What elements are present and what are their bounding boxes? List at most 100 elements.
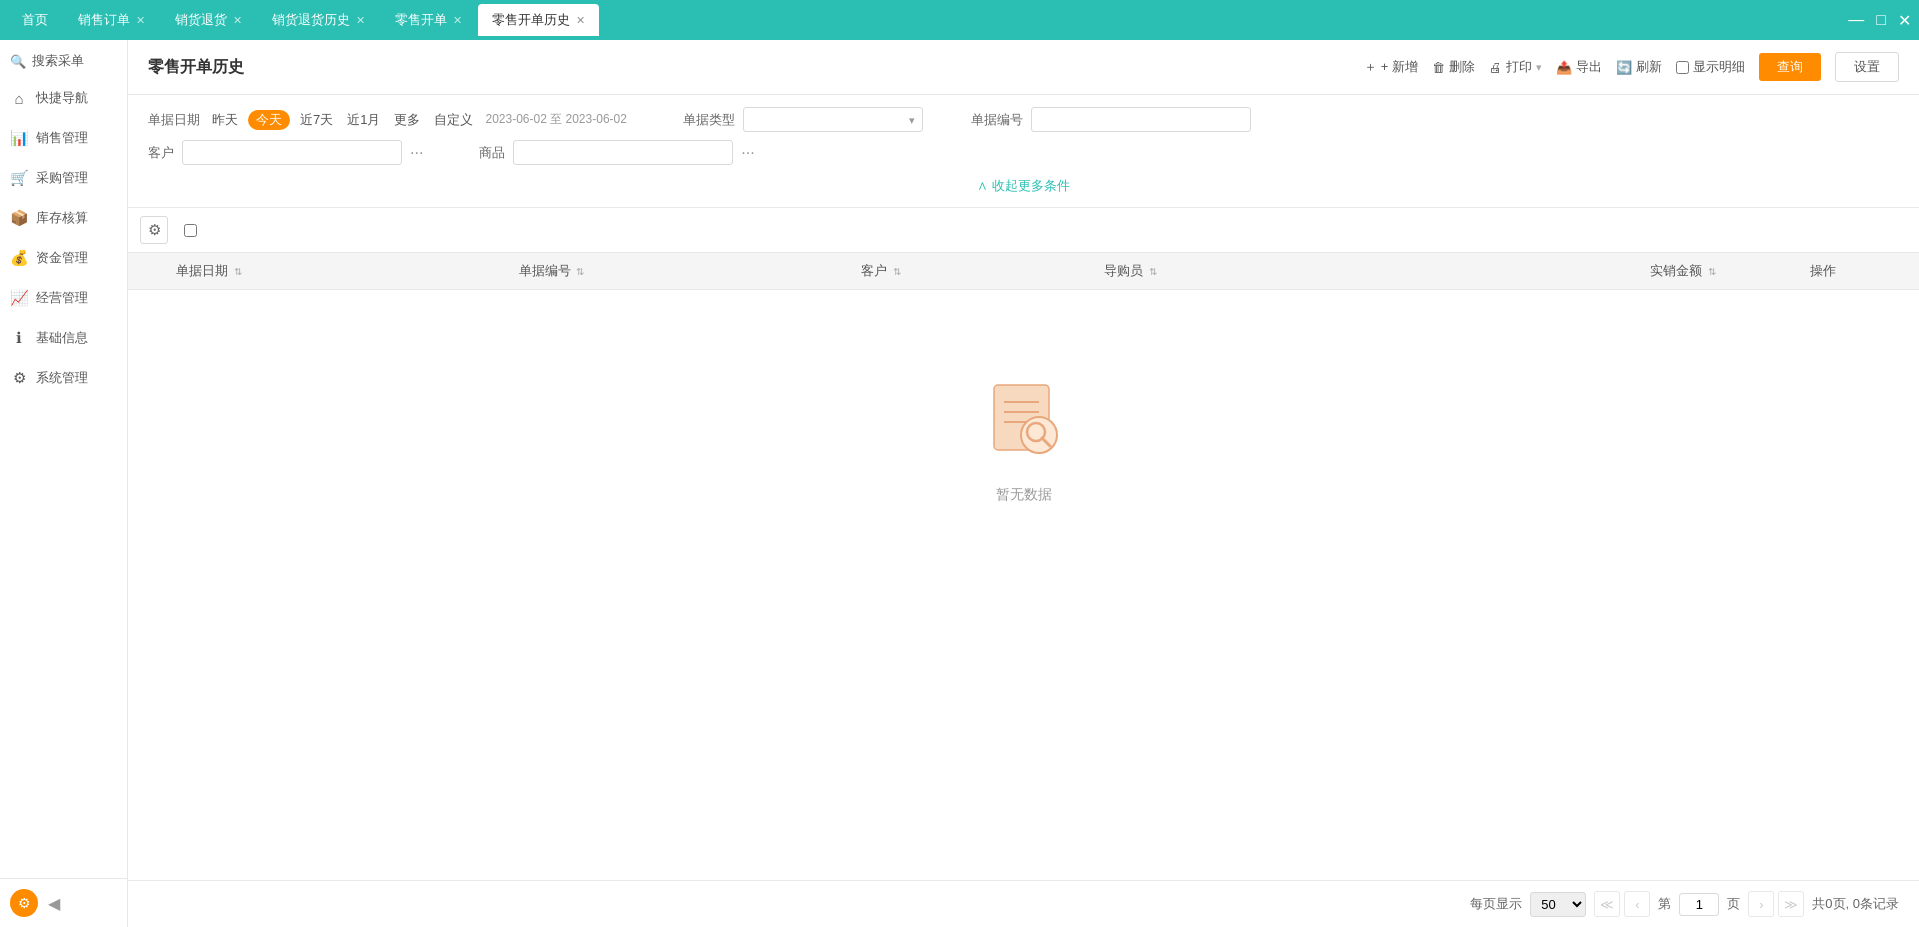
tab-close-retail-order[interactable]: ✕ xyxy=(453,14,462,27)
print-button[interactable]: 🖨 打印 ▾ xyxy=(1489,58,1542,76)
sidebar-item-inventory[interactable]: 📦 库存核算 xyxy=(0,198,127,238)
customer-dots-button[interactable]: ··· xyxy=(410,144,423,162)
type-filter-group: 单据类型 ▾ xyxy=(683,107,915,132)
add-icon: ＋ xyxy=(1364,58,1377,76)
last-page-button[interactable]: ≫ xyxy=(1778,891,1804,917)
basic-info-icon: ℹ xyxy=(10,329,28,347)
table-toolbar: ⚙ xyxy=(128,208,1919,253)
date-opt-custom[interactable]: 自定义 xyxy=(430,110,477,130)
filter-row-2: 客户 ··· 商品 ··· xyxy=(148,140,1899,165)
collapse-filters-button[interactable]: ∧ 收起更多条件 xyxy=(148,173,1899,199)
sidebar-item-quick-nav[interactable]: ⌂ 快捷导航 xyxy=(0,78,127,118)
quick-nav-icon: ⌂ xyxy=(10,90,28,107)
date-opt-7days[interactable]: 近7天 xyxy=(296,110,337,130)
window-controls: — □ ✕ xyxy=(1848,11,1911,30)
refresh-icon: 🔄 xyxy=(1616,60,1632,75)
inventory-icon: 📦 xyxy=(10,209,28,227)
sidebar-item-ops-mgmt[interactable]: 📈 经营管理 xyxy=(0,278,127,318)
sidebar-gear-button[interactable]: ⚙ xyxy=(10,889,38,917)
close-btn[interactable]: ✕ xyxy=(1898,11,1911,30)
page-title: 零售开单历史 xyxy=(148,57,244,78)
sort-number-icon[interactable]: ⇅ xyxy=(576,266,584,277)
empty-text: 暂无数据 xyxy=(996,486,1052,504)
table-area: ⚙ 单据日期 ⇅ 单据编号 ⇅ xyxy=(128,208,1919,880)
sidebar-item-sys-mgmt[interactable]: ⚙ 系统管理 xyxy=(0,358,127,398)
query-button[interactable]: 查询 xyxy=(1759,53,1821,81)
first-page-button[interactable]: ≪ xyxy=(1594,891,1620,917)
sidebar-item-sales-mgmt[interactable]: 📊 销售管理 xyxy=(0,118,127,158)
sidebar-item-basic-info[interactable]: ℹ 基础信息 xyxy=(0,318,127,358)
tab-close-return-history[interactable]: ✕ xyxy=(356,14,365,27)
tab-return-history[interactable]: 销货退货历史 ✕ xyxy=(258,4,379,36)
table-header-row: 单据日期 ⇅ 单据编号 ⇅ 客户 ⇅ xyxy=(128,253,1919,290)
sort-guide-icon[interactable]: ⇅ xyxy=(1149,266,1157,277)
date-options: 昨天 今天 近7天 近1月 更多 自定义 xyxy=(208,110,477,130)
main-layout: 🔍 搜索采单 ⌂ 快捷导航 📊 销售管理 🛒 采购管理 📦 库存核算 💰 资金管… xyxy=(0,40,1919,927)
date-filter-label: 单据日期 xyxy=(148,111,200,129)
setting-button[interactable]: 设置 xyxy=(1835,52,1899,82)
tab-home[interactable]: 首页 xyxy=(8,4,62,36)
page-number-input[interactable] xyxy=(1679,893,1719,916)
next-page-button[interactable]: › xyxy=(1748,891,1774,917)
col-amount[interactable]: 实销金额 ⇅ xyxy=(1385,253,1728,290)
table-wrapper: 单据日期 ⇅ 单据编号 ⇅ 客户 ⇅ xyxy=(128,253,1919,880)
date-opt-more[interactable]: 更多 xyxy=(390,110,424,130)
maximize-btn[interactable]: □ xyxy=(1876,11,1886,30)
customer-filter-group: 客户 ··· xyxy=(148,140,423,165)
page-nav: ≪ ‹ 第 页 › ≫ xyxy=(1594,891,1804,917)
delete-button[interactable]: 🗑 删除 xyxy=(1432,58,1475,76)
number-filter-label: 单据编号 xyxy=(971,111,1023,129)
tab-retail-history[interactable]: 零售开单历史 ✕ xyxy=(478,4,599,36)
product-filter-input[interactable] xyxy=(513,140,733,165)
filter-row-1: 单据日期 昨天 今天 近7天 近1月 更多 自定义 2023-06-02 至 2… xyxy=(148,107,1899,132)
select-all-checkbox[interactable] xyxy=(184,224,197,237)
customer-filter-input[interactable] xyxy=(182,140,402,165)
tab-close-sales-order[interactable]: ✕ xyxy=(136,14,145,27)
date-opt-today[interactable]: 今天 xyxy=(248,110,290,130)
display-detail-checkbox[interactable]: 显示明细 xyxy=(1676,58,1745,76)
table-settings-icon[interactable]: ⚙ xyxy=(140,216,168,244)
number-filter-input[interactable] xyxy=(1031,107,1251,132)
date-opt-yesterday[interactable]: 昨天 xyxy=(208,110,242,130)
col-guide[interactable]: 导购员 ⇅ xyxy=(1092,253,1385,290)
search-icon: 🔍 xyxy=(10,54,26,69)
export-button[interactable]: 📤 导出 xyxy=(1556,58,1602,76)
product-filter-label: 商品 xyxy=(479,144,505,162)
col-date[interactable]: 单据日期 ⇅ xyxy=(164,253,507,290)
sort-date-icon[interactable]: ⇅ xyxy=(234,266,242,277)
product-dots-button[interactable]: ··· xyxy=(741,144,754,162)
type-filter-label: 单据类型 xyxy=(683,111,735,129)
refresh-button[interactable]: 🔄 刷新 xyxy=(1616,58,1662,76)
header-actions: ＋ + 新增 🗑 删除 🖨 打印 ▾ 📤 导出 🔄 xyxy=(1364,52,1899,82)
display-detail-check[interactable] xyxy=(1676,61,1689,74)
tab-sales-order[interactable]: 销售订单 ✕ xyxy=(64,4,159,36)
col-number[interactable]: 单据编号 ⇅ xyxy=(507,253,850,290)
data-table: 单据日期 ⇅ 单据编号 ⇅ 客户 ⇅ xyxy=(128,253,1919,290)
page-size-select[interactable]: 10 20 50 100 xyxy=(1530,892,1586,917)
tab-close-retail-history[interactable]: ✕ xyxy=(576,14,585,27)
prev-page-button[interactable]: ‹ xyxy=(1624,891,1650,917)
minimize-btn[interactable]: — xyxy=(1848,11,1864,30)
delete-icon: 🗑 xyxy=(1432,60,1445,75)
page-label: 第 xyxy=(1658,895,1671,913)
tab-close-return[interactable]: ✕ xyxy=(233,14,242,27)
type-select[interactable] xyxy=(743,107,923,132)
date-range-display: 2023-06-02 至 2023-06-02 xyxy=(485,111,626,128)
date-opt-1month[interactable]: 近1月 xyxy=(343,110,384,130)
sidebar-item-purchase-mgmt[interactable]: 🛒 采购管理 xyxy=(0,158,127,198)
sales-mgmt-icon: 📊 xyxy=(10,129,28,147)
sort-amount-icon[interactable]: ⇅ xyxy=(1708,266,1716,277)
empty-illustration xyxy=(974,370,1074,470)
page-size-label: 每页显示 xyxy=(1470,895,1522,913)
tab-bar: 首页 销售订单 ✕ 销货退货 ✕ 销货退货历史 ✕ 零售开单 ✕ 零售开单历史 … xyxy=(0,0,1919,40)
tab-return[interactable]: 销货退货 ✕ xyxy=(161,4,256,36)
col-customer[interactable]: 客户 ⇅ xyxy=(849,253,1092,290)
fund-mgmt-icon: 💰 xyxy=(10,249,28,267)
sidebar-collapse-button[interactable]: ◀ xyxy=(48,894,60,913)
sort-customer-icon[interactable]: ⇅ xyxy=(893,266,901,277)
tab-retail-order[interactable]: 零售开单 ✕ xyxy=(381,4,476,36)
sidebar-search[interactable]: 🔍 搜索采单 xyxy=(0,40,127,78)
sidebar-item-fund-mgmt[interactable]: 💰 资金管理 xyxy=(0,238,127,278)
add-button[interactable]: ＋ + 新增 xyxy=(1364,58,1418,76)
page-label-end: 页 xyxy=(1727,895,1740,913)
